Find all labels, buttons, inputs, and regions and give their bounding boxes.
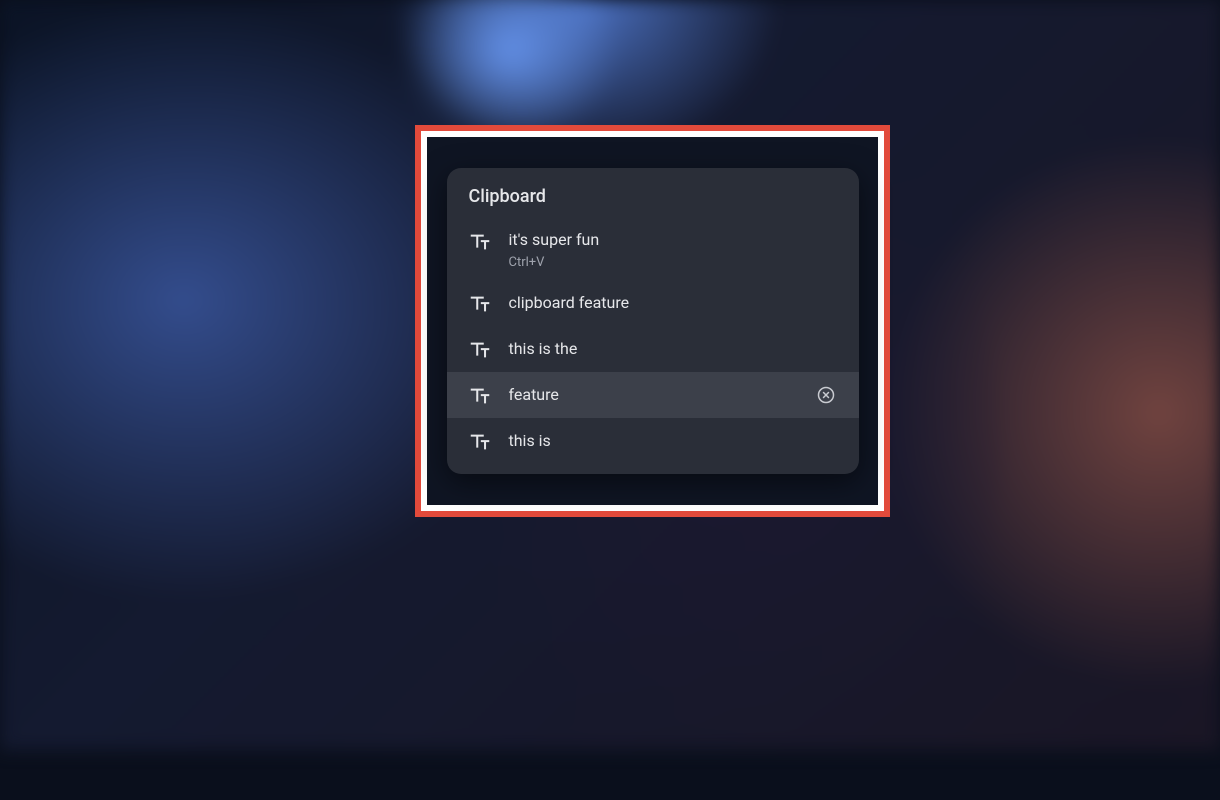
clipboard-item-text: clipboard feature — [509, 292, 837, 314]
clipboard-item-body: it's super fun Ctrl+V — [509, 229, 837, 270]
clipboard-item[interactable]: this is — [447, 418, 859, 464]
clipboard-item-text: this is — [509, 430, 837, 452]
clipboard-item-body: this is the — [509, 338, 837, 360]
text-icon — [469, 385, 491, 407]
text-icon — [469, 339, 491, 361]
annotation-highlight-frame: Clipboard it's super fun Ctrl+V — [415, 125, 890, 517]
clipboard-item[interactable]: this is the — [447, 326, 859, 372]
clipboard-item-body: this is — [509, 430, 837, 452]
clipboard-item[interactable]: feature — [447, 372, 859, 418]
clipboard-item-shortcut: Ctrl+V — [509, 255, 837, 270]
text-icon — [469, 431, 491, 453]
clipboard-item-body: feature — [509, 384, 815, 406]
clipboard-item-body: clipboard feature — [509, 292, 837, 314]
clipboard-item[interactable]: it's super fun Ctrl+V — [447, 221, 859, 280]
text-icon — [469, 293, 491, 315]
annotation-highlight-inner: Clipboard it's super fun Ctrl+V — [427, 137, 878, 505]
clipboard-panel: Clipboard it's super fun Ctrl+V — [447, 168, 859, 474]
clipboard-item-text: feature — [509, 384, 815, 406]
delete-clipboard-item-button[interactable] — [815, 384, 837, 406]
text-icon — [469, 231, 491, 253]
clipboard-item[interactable]: clipboard feature — [447, 280, 859, 326]
clipboard-panel-title: Clipboard — [447, 168, 859, 221]
clipboard-item-text: this is the — [509, 338, 837, 360]
clipboard-item-text: it's super fun — [509, 229, 837, 251]
close-circle-icon — [816, 385, 836, 405]
